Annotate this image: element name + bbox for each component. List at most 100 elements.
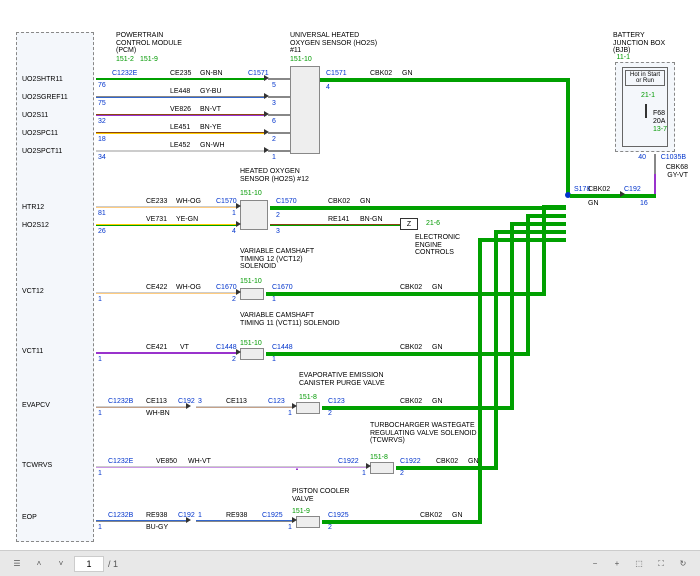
w8-color: YE-GN [176, 216, 198, 224]
page-number-input[interactable] [74, 556, 104, 572]
bjb-ckt2: CBK02 [588, 186, 610, 194]
arrow-19br [292, 517, 297, 523]
evap-box [296, 402, 320, 414]
w6-color: GN [402, 70, 413, 78]
sig-9: EVAPCV [22, 402, 50, 410]
bjb-hot: Hot in Start or Run [625, 70, 665, 86]
w17-pin2: 1 [362, 470, 366, 478]
w9a [270, 206, 566, 210]
bjb-box: Hot in Start or Run 21-1 F68 20A 13-7 [615, 62, 675, 152]
evap-ref: 151-8 [299, 394, 317, 402]
w14-ckt: CBK02 [400, 344, 422, 352]
bjb-wpin: 16 [640, 200, 648, 208]
sig-0: UO2SHTR11 [22, 76, 63, 84]
bjb-color2: GN [588, 200, 599, 208]
fuse-icon [645, 104, 647, 118]
page-down-icon[interactable]: ˅ [52, 555, 70, 573]
sig-11: EOP [22, 514, 37, 522]
bjb-fref: 21-1 [641, 92, 655, 100]
w2-color: GY-BU [200, 88, 222, 96]
zoom-out-icon[interactable]: − [586, 555, 604, 573]
w15-pin3: 1 [288, 410, 292, 418]
sig-8: VCT11 [22, 348, 43, 356]
w3b [268, 114, 290, 116]
w11-color: WH-OG [176, 284, 201, 292]
w1-conn2: C1571 [248, 70, 269, 78]
w19-color: BU-GY [146, 524, 168, 532]
w12-conn: C1670 [272, 284, 293, 292]
bjb-pin: 40 [638, 154, 646, 162]
w1-color: GN-BN [200, 70, 223, 78]
w15-pin2: 3 [198, 398, 202, 406]
w11-pin2: 2 [232, 296, 236, 304]
fullscreen-icon[interactable]: ⛶ [652, 555, 670, 573]
w13-pin: 1 [98, 356, 102, 364]
bjb-title: BATTERY JUNCTION BOX (BJB) [613, 32, 675, 55]
w12-pin: 1 [272, 296, 276, 304]
arrow-8r [236, 221, 241, 227]
w6-conn: C1571 [326, 70, 347, 78]
w1-conn: C1232E [112, 70, 137, 78]
fit-width-icon[interactable]: ⬚ [630, 555, 648, 573]
w15-conn: C1232B [108, 398, 133, 406]
w1-ckt: CE235 [170, 70, 191, 78]
w2-ckt: LE448 [170, 88, 190, 96]
vct11-box [240, 348, 264, 360]
w5b [268, 150, 290, 152]
w7-ckt: CE233 [146, 198, 167, 206]
arrow-bjb [620, 191, 625, 197]
w20-ckt: CBK02 [420, 512, 442, 520]
pcm-ref2: 151-9 [140, 56, 158, 64]
w8-pin: 26 [98, 228, 106, 236]
sidebar-toggle-icon[interactable]: ☰ [8, 555, 26, 573]
bjb-inner: Hot in Start or Run 21-1 F68 20A 13-7 [622, 67, 668, 147]
rotate-icon[interactable]: ↻ [674, 555, 692, 573]
vct12-box [240, 288, 264, 300]
zoom-in-icon[interactable]: + [608, 555, 626, 573]
w18-conn: C1922 [400, 458, 421, 466]
page-up-icon[interactable]: ˄ [30, 555, 48, 573]
w16b [510, 222, 514, 410]
pcm-ref1: 151-2 [116, 56, 134, 64]
wiring-diagram: POWERTRAIN CONTROL MODULE (PCM) 151-2 15… [0, 0, 700, 550]
w1-pin2: 5 [272, 82, 276, 90]
w12b [542, 205, 546, 296]
page-total: / 1 [108, 559, 118, 569]
w7-conn2: C1570 [216, 198, 237, 206]
w17b [296, 466, 366, 468]
w19-pin3: 1 [288, 524, 292, 532]
w5-pin: 34 [98, 154, 106, 162]
w20-color: GN [452, 512, 463, 520]
w4-color: BN-YE [200, 124, 221, 132]
uho2s-ref: 151-10 [290, 56, 312, 64]
w15-pin: 1 [98, 410, 102, 418]
z-box: Z [400, 218, 418, 230]
w5-color: GN-WH [200, 142, 225, 150]
w10-zref: 21-6 [426, 220, 440, 228]
w7-pin2: 1 [232, 210, 236, 218]
vct12-title: VARIABLE CAMSHAFT TIMING 12 (VCT12) SOLE… [240, 248, 340, 271]
w3 [96, 114, 264, 116]
w17-ckt: VE850 [156, 458, 177, 466]
w18b [494, 230, 498, 470]
pdf-toolbar: ☰ ˄ ˅ / 1 − + ⬚ ⛶ ↻ [0, 550, 700, 576]
w19-conn: C1232B [108, 512, 133, 520]
w15a [96, 406, 186, 408]
w19-pin: 1 [98, 524, 102, 532]
w15-conn3: C123 [268, 398, 285, 406]
bjb-fref2: 13-7 [653, 126, 667, 134]
w7 [96, 206, 236, 208]
vct12-ref: 151-10 [240, 278, 262, 286]
eec-title: ELECTRONIC ENGINE CONTROLS [415, 234, 475, 257]
sig-7: VCT12 [22, 288, 44, 296]
w10-ckt: RE141 [328, 216, 349, 224]
w13 [96, 352, 236, 354]
sig-2: UO2S11 [22, 112, 48, 120]
sig-4: UO2SPCT11 [22, 148, 62, 156]
w16-color: GN [432, 398, 443, 406]
w19-conn2: C192 [178, 512, 195, 520]
w15-color: WH-BN [146, 410, 170, 418]
piston-box [296, 516, 320, 528]
w9-pin: 2 [276, 212, 280, 220]
w19-pin2: 1 [198, 512, 202, 520]
